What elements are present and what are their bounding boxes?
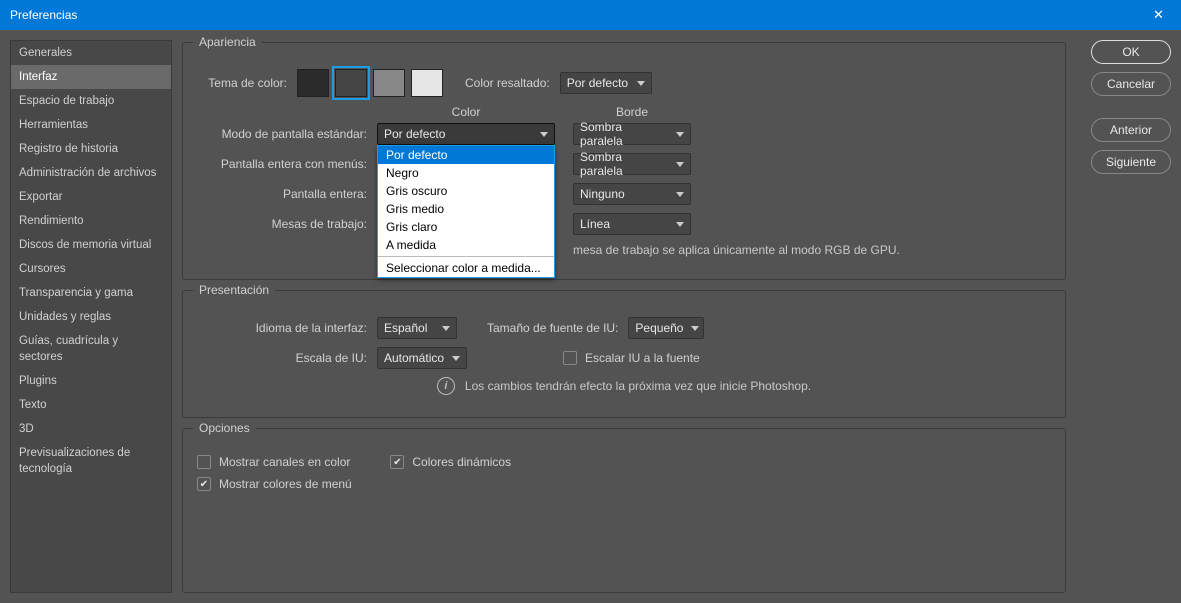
- dropdown-item-gris-medio[interactable]: Gris medio: [378, 200, 554, 218]
- cancel-button[interactable]: Cancelar: [1091, 72, 1171, 96]
- dialog-buttons: OK Cancelar Anterior Siguiente: [1076, 40, 1171, 593]
- combo-borde-pantalla-entera-menus[interactable]: Sombra paralela: [573, 153, 691, 175]
- label-color-resaltado: Color resaltado:: [465, 76, 550, 90]
- sidebar-item-espacio-trabajo[interactable]: Espacio de trabajo: [11, 89, 171, 113]
- sidebar-item-unidades-reglas[interactable]: Unidades y reglas: [11, 305, 171, 329]
- label-idioma-interfaz: Idioma de la interfaz:: [197, 321, 377, 335]
- checkbox-label: Colores dinámicos: [412, 455, 511, 469]
- sidebar-item-admin-archivos[interactable]: Administración de archivos: [11, 161, 171, 185]
- checkbox-mostrar-colores-menu[interactable]: Mostrar colores de menú: [197, 477, 352, 491]
- next-button[interactable]: Siguiente: [1091, 150, 1171, 174]
- group-title-apariencia: Apariencia: [193, 35, 262, 49]
- sidebar-item-texto[interactable]: Texto: [11, 393, 171, 417]
- dropdown-item-gris-claro[interactable]: Gris claro: [378, 218, 554, 236]
- checkbox-box-icon: [197, 455, 211, 469]
- header-borde: Borde: [573, 105, 691, 119]
- info-icon: i: [437, 377, 455, 395]
- dropdown-color-pantalla-estandar[interactable]: Por defecto Negro Gris oscuro Gris medio…: [377, 145, 555, 278]
- sidebar-item-herramientas[interactable]: Herramientas: [11, 113, 171, 137]
- artboard-gpu-note: mesa de trabajo se aplica únicamente al …: [573, 243, 900, 257]
- sidebar-item-discos-memoria[interactable]: Discos de memoria virtual: [11, 233, 171, 257]
- sidebar-item-3d[interactable]: 3D: [11, 417, 171, 441]
- dropdown-item-por-defecto[interactable]: Por defecto: [378, 146, 554, 164]
- titlebar: Preferencias ✕: [0, 0, 1181, 30]
- sidebar-item-interfaz[interactable]: Interfaz: [11, 65, 171, 89]
- combo-escala-iu[interactable]: Automático: [377, 347, 467, 369]
- sidebar-item-previsualizaciones[interactable]: Previsualizaciones de tecnología: [11, 441, 171, 481]
- combo-color-resaltado[interactable]: Por defecto: [560, 72, 652, 94]
- checkbox-colores-dinamicos[interactable]: Colores dinámicos: [390, 455, 511, 469]
- sidebar-item-guias-cuadricula[interactable]: Guías, cuadrícula y sectores: [11, 329, 171, 369]
- theme-swatch-dark[interactable]: [335, 69, 367, 97]
- sidebar-item-rendimiento[interactable]: Rendimiento: [11, 209, 171, 233]
- checkbox-box-icon: [390, 455, 404, 469]
- group-apariencia: Apariencia Tema de color: Color resaltad…: [182, 42, 1066, 280]
- dropdown-item-seleccionar-color[interactable]: Seleccionar color a medida...: [378, 259, 554, 277]
- label-pantalla-entera-menus: Pantalla entera con menús:: [197, 157, 377, 171]
- checkbox-label: Mostrar colores de menú: [219, 477, 352, 491]
- checkbox-escalar-iu-fuente[interactable]: Escalar IU a la fuente: [563, 351, 700, 365]
- combo-borde-mesas-trabajo[interactable]: Línea: [573, 213, 691, 235]
- checkbox-label: Escalar IU a la fuente: [585, 351, 700, 365]
- sidebar-item-cursores[interactable]: Cursores: [11, 257, 171, 281]
- group-opciones: Opciones Mostrar canales en color Colore…: [182, 428, 1066, 593]
- sidebar: Generales Interfaz Espacio de trabajo He…: [10, 40, 172, 593]
- sidebar-item-generales[interactable]: Generales: [11, 41, 171, 65]
- label-tema-color: Tema de color:: [197, 76, 297, 90]
- sidebar-item-exportar[interactable]: Exportar: [11, 185, 171, 209]
- close-button[interactable]: ✕: [1136, 0, 1181, 30]
- sidebar-item-plugins[interactable]: Plugins: [11, 369, 171, 393]
- combo-tamano-fuente-iu[interactable]: Pequeño: [628, 317, 704, 339]
- group-title-opciones: Opciones: [193, 421, 256, 435]
- restart-note: Los cambios tendrán efecto la próxima ve…: [465, 379, 811, 393]
- theme-swatch-medium[interactable]: [373, 69, 405, 97]
- group-presentacion: Presentación Idioma de la interfaz: Espa…: [182, 290, 1066, 418]
- checkbox-box-icon: [563, 351, 577, 365]
- label-pantalla-entera: Pantalla entera:: [197, 187, 377, 201]
- checkbox-label: Mostrar canales en color: [219, 455, 350, 469]
- ok-button[interactable]: OK: [1091, 40, 1171, 64]
- checkbox-box-icon: [197, 477, 211, 491]
- theme-swatch-darkest[interactable]: [297, 69, 329, 97]
- label-modo-pantalla-estandar: Modo de pantalla estándar:: [197, 127, 377, 141]
- dropdown-item-negro[interactable]: Negro: [378, 164, 554, 182]
- combo-borde-pantalla-estandar[interactable]: Sombra paralela: [573, 123, 691, 145]
- header-color: Color: [377, 105, 555, 119]
- dropdown-item-gris-oscuro[interactable]: Gris oscuro: [378, 182, 554, 200]
- prev-button[interactable]: Anterior: [1091, 118, 1171, 142]
- dropdown-item-a-medida[interactable]: A medida: [378, 236, 554, 254]
- sidebar-item-registro-historia[interactable]: Registro de historia: [11, 137, 171, 161]
- label-tamano-fuente-iu: Tamaño de fuente de IU:: [487, 321, 618, 335]
- combo-borde-pantalla-entera[interactable]: Ninguno: [573, 183, 691, 205]
- checkbox-mostrar-canales-color[interactable]: Mostrar canales en color: [197, 455, 350, 469]
- window-title: Preferencias: [10, 8, 77, 22]
- label-mesas-trabajo: Mesas de trabajo:: [197, 217, 377, 231]
- combo-idioma-interfaz[interactable]: Español: [377, 317, 457, 339]
- group-title-presentacion: Presentación: [193, 283, 275, 297]
- label-escala-iu: Escala de IU:: [197, 351, 377, 365]
- combo-color-pantalla-estandar[interactable]: Por defecto: [377, 123, 555, 145]
- sidebar-item-transparencia[interactable]: Transparencia y gama: [11, 281, 171, 305]
- theme-swatch-light[interactable]: [411, 69, 443, 97]
